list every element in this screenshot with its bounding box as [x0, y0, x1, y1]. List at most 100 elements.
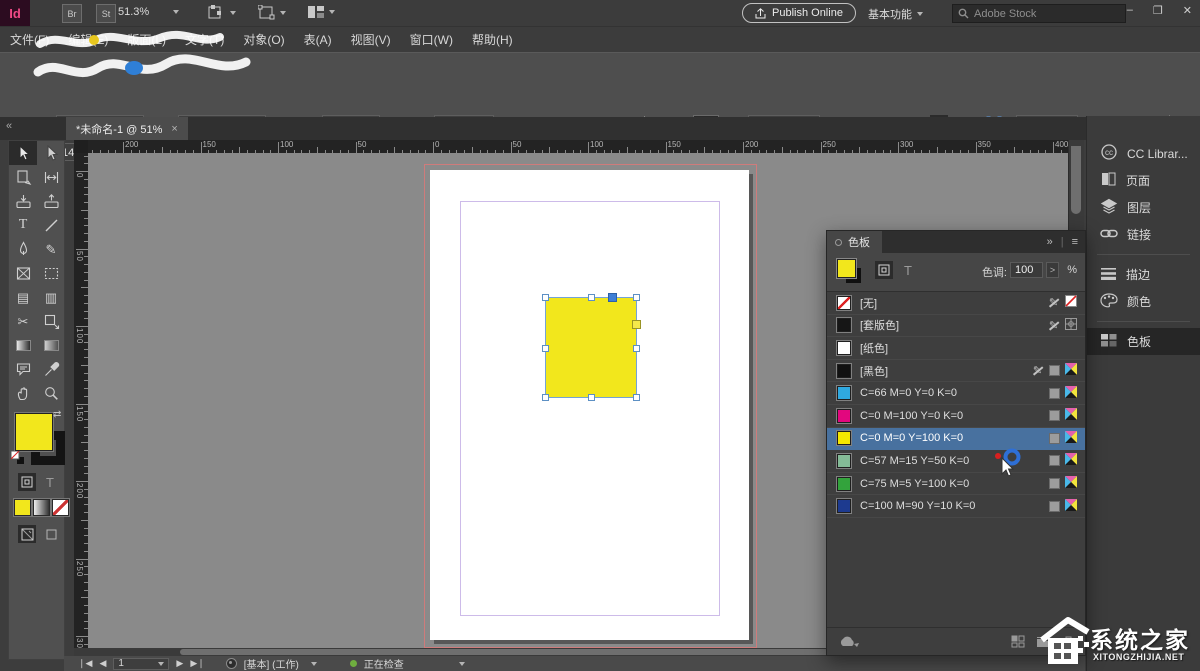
- free-transform-tool[interactable]: [37, 309, 65, 333]
- swatch-row[interactable]: C=0 M=0 Y=100 K=0: [827, 428, 1085, 451]
- fill-proxy[interactable]: [15, 413, 53, 451]
- handle-mid-right[interactable]: [633, 345, 640, 352]
- page-tool[interactable]: [9, 165, 37, 189]
- swatch-row[interactable]: C=0 M=100 Y=0 K=0: [827, 405, 1085, 428]
- apply-none-button[interactable]: [52, 499, 69, 516]
- collapse-panel-icon[interactable]: »: [1047, 236, 1053, 248]
- publish-online-button[interactable]: Publish Online: [742, 3, 856, 23]
- first-page-button[interactable]: ❘◀: [78, 658, 92, 669]
- swatch-row[interactable]: [套版色]✎: [827, 315, 1085, 338]
- pen-tool[interactable]: [9, 237, 37, 261]
- formatting-text-button[interactable]: T: [41, 473, 59, 491]
- preflight-profile[interactable]: [基本] (工作): [244, 656, 299, 671]
- handle-bottom-right[interactable]: [633, 394, 640, 401]
- handle-top-center[interactable]: [588, 294, 595, 301]
- content-collector-tool[interactable]: [9, 189, 37, 213]
- swatch-row[interactable]: C=75 M=5 Y=100 K=0: [827, 473, 1085, 496]
- zoom-level-select[interactable]: 51.3%: [118, 6, 179, 18]
- dock-item-color[interactable]: 颜色: [1087, 288, 1200, 315]
- pencil-tool[interactable]: ✎: [37, 237, 65, 261]
- bridge-button[interactable]: Br: [62, 4, 82, 23]
- tab-close-icon[interactable]: ×: [171, 123, 177, 135]
- frame-tool[interactable]: [9, 261, 37, 285]
- menu-2[interactable]: 版面(L): [127, 31, 166, 48]
- selection-tool[interactable]: [9, 141, 37, 165]
- hand-tool[interactable]: [9, 381, 37, 405]
- swatch-row[interactable]: [纸色]: [827, 337, 1085, 360]
- restore-button[interactable]: ❐: [1153, 4, 1163, 17]
- apply-gradient-button[interactable]: [33, 499, 50, 516]
- page-number-field[interactable]: 1: [113, 658, 169, 670]
- minimize-button[interactable]: –: [1127, 4, 1133, 17]
- dock-item-cc-libraries[interactable]: ccCC Librar...: [1087, 140, 1200, 167]
- vertical-ruler[interactable]: 050100150200250300: [74, 153, 88, 648]
- handle-bottom-center[interactable]: [588, 394, 595, 401]
- vertical-grid-tool[interactable]: ▥: [37, 285, 65, 309]
- line-tool[interactable]: [37, 213, 65, 237]
- normal-view-button[interactable]: [18, 525, 36, 543]
- chevron-down-icon[interactable]: [459, 662, 465, 666]
- preflight-icon[interactable]: [226, 658, 237, 669]
- gradient-tool[interactable]: [9, 333, 37, 357]
- gradient-feather-tool[interactable]: [37, 333, 65, 357]
- last-page-button[interactable]: ▶❘: [190, 658, 204, 669]
- menu-8[interactable]: 帮助(H): [472, 31, 513, 48]
- swatch-row[interactable]: [黑色]✎: [827, 360, 1085, 383]
- gap-tool[interactable]: [37, 165, 65, 189]
- handle-top-right[interactable]: [633, 294, 640, 301]
- menu-0[interactable]: 文件(F): [10, 31, 49, 48]
- selected-rectangle[interactable]: [545, 297, 637, 398]
- handle-bottom-left[interactable]: [542, 394, 549, 401]
- direct-selection-tool[interactable]: [37, 141, 65, 165]
- apply-color-button[interactable]: [14, 499, 31, 516]
- swatches-tab[interactable]: 色板: [827, 231, 882, 253]
- content-grabber-handle[interactable]: [608, 293, 617, 302]
- content-placer-tool[interactable]: [37, 189, 65, 213]
- close-button[interactable]: ✕: [1183, 4, 1192, 17]
- swatch-row[interactable]: C=100 M=90 Y=10 K=0: [827, 495, 1085, 518]
- horizontal-grid-tool[interactable]: ▤: [9, 285, 37, 309]
- swatch-row[interactable]: C=57 M=15 Y=50 K=0: [827, 450, 1085, 473]
- formatting-container-button[interactable]: [18, 473, 36, 491]
- menu-7[interactable]: 窗口(W): [410, 31, 453, 48]
- dock-item-swatches[interactable]: 色板: [1087, 328, 1200, 355]
- dock-item-layers[interactable]: 图层: [1087, 194, 1200, 221]
- container-formatting-button[interactable]: [875, 261, 893, 279]
- vertical-scrollbar-thumb[interactable]: [1071, 146, 1081, 214]
- stock-button[interactable]: St: [96, 4, 116, 23]
- cc-libraries-sync-icon[interactable]: [837, 635, 859, 649]
- note-tool[interactable]: [9, 357, 37, 381]
- swap-fill-stroke-icon[interactable]: ⇄: [53, 409, 61, 420]
- adobe-stock-search[interactable]: Adobe Stock: [952, 4, 1126, 23]
- zoom-tool[interactable]: [37, 381, 65, 405]
- rectangle-tool[interactable]: [37, 261, 65, 285]
- new-color-group-icon[interactable]: [1011, 635, 1026, 648]
- collapse-panel-icon[interactable]: «: [6, 120, 11, 132]
- menu-3[interactable]: 文字(T): [185, 31, 224, 48]
- text-formatting-button[interactable]: T: [899, 261, 917, 279]
- dock-item-stroke[interactable]: 描边: [1087, 261, 1200, 288]
- document-tab[interactable]: *未命名-1 @ 51% ×: [66, 117, 188, 140]
- arrange-documents-button[interactable]: [308, 5, 335, 19]
- chevron-down-icon[interactable]: [311, 662, 317, 666]
- scissors-tool[interactable]: ✂: [9, 309, 37, 333]
- horizontal-ruler[interactable]: 20015010050050100150200250300350400: [88, 140, 1068, 153]
- menu-5[interactable]: 表(A): [304, 31, 332, 48]
- workspace-switcher[interactable]: 基本功能: [868, 6, 923, 22]
- panel-menu-icon[interactable]: ≡: [1072, 236, 1078, 248]
- prev-page-button[interactable]: ◀: [99, 658, 106, 669]
- view-options-button[interactable]: [208, 5, 236, 20]
- tint-dropdown-button[interactable]: >: [1046, 262, 1059, 278]
- swatch-row[interactable]: C=66 M=0 Y=0 K=0: [827, 382, 1085, 405]
- screen-mode-button[interactable]: [258, 5, 286, 20]
- eyedropper-tool[interactable]: [37, 357, 65, 381]
- menu-4[interactable]: 对象(O): [243, 31, 284, 48]
- handle-top-left[interactable]: [542, 294, 549, 301]
- menu-1[interactable]: 编辑(E): [68, 31, 108, 48]
- handle-mid-left[interactable]: [542, 345, 549, 352]
- fill-proxy-small[interactable]: [837, 259, 856, 278]
- dock-item-links[interactable]: 链接: [1087, 221, 1200, 248]
- next-page-button[interactable]: ▶: [176, 658, 183, 669]
- menu-6[interactable]: 视图(V): [351, 31, 391, 48]
- preview-view-button[interactable]: [42, 525, 60, 543]
